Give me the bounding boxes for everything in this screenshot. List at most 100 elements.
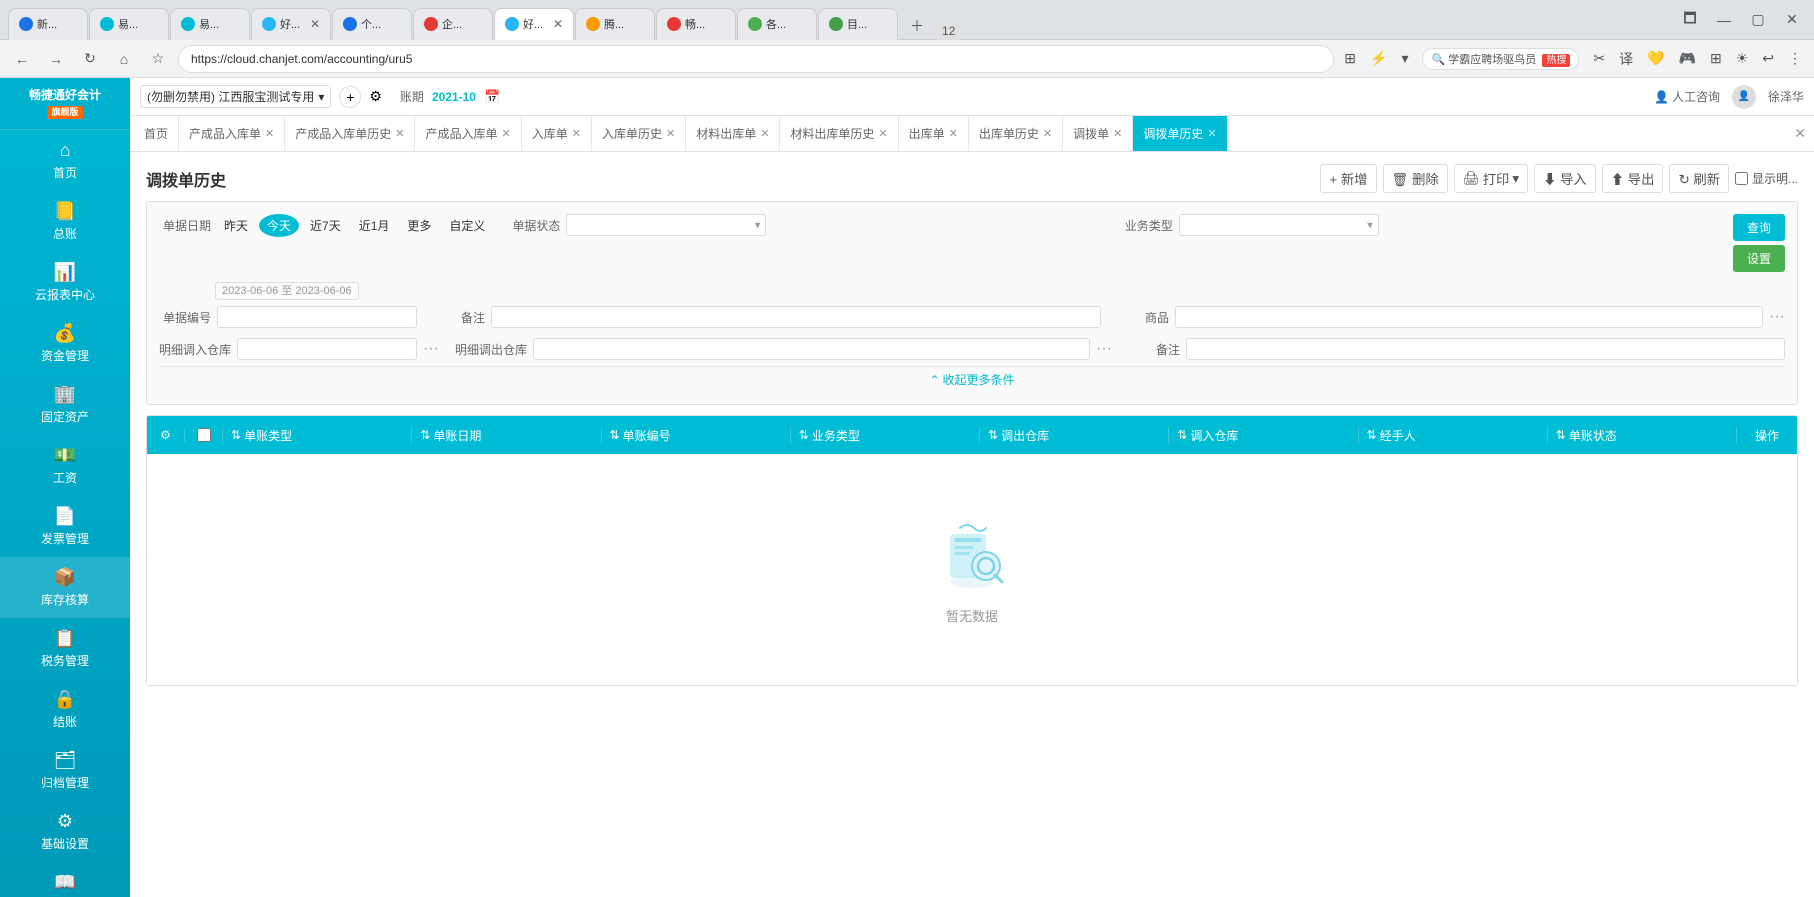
browser-tab-11[interactable]: 目...	[818, 8, 898, 40]
bookmark-button[interactable]: ☆	[144, 45, 172, 73]
th-handler[interactable]: ⇅ 经手人	[1359, 427, 1548, 444]
address-input[interactable]	[178, 45, 1334, 73]
company-selector[interactable]: (勿删勿禁用) 江西服宝测试专用 ▾	[140, 85, 331, 108]
remark-input[interactable]	[491, 306, 1101, 328]
select-all-checkbox[interactable]	[197, 428, 211, 442]
th-biztype[interactable]: ⇅ 业务类型	[791, 427, 980, 444]
refresh-browser-button[interactable]: ↻	[76, 45, 104, 73]
browser-tab-3[interactable]: 易...	[170, 8, 250, 40]
sidebar-item-capital[interactable]: 💰 资金管理	[0, 313, 130, 374]
extensions-icon[interactable]: ⊞	[1340, 48, 1360, 69]
nav-tab-4[interactable]: 入库单 ✕	[522, 116, 592, 152]
menu-icon[interactable]: ⋮	[1784, 48, 1806, 69]
dropdown-icon[interactable]: ▾	[1397, 48, 1412, 69]
company-settings-button[interactable]: ⚙	[369, 88, 382, 105]
th-type[interactable]: ⇅ 单账类型	[223, 427, 412, 444]
th-date[interactable]: ⇅ 单账日期	[412, 427, 601, 444]
sidebar-item-settings[interactable]: ⚙ 基础设置	[0, 801, 130, 862]
browser-tab-8[interactable]: 腾...	[575, 8, 655, 40]
browser-tab-1[interactable]: 新...	[8, 8, 88, 40]
show-toggle-checkbox[interactable]	[1735, 172, 1748, 185]
scissors-icon[interactable]: ✂	[1589, 48, 1609, 69]
lightning-icon[interactable]: ⚡	[1366, 48, 1391, 69]
delete-button[interactable]: 🗑 删除	[1383, 164, 1448, 193]
browser-tab-9[interactable]: 畅...	[656, 8, 736, 40]
sidebar-item-inventory[interactable]: 📦 库存核算	[0, 557, 130, 618]
forward-button[interactable]: →	[42, 45, 70, 73]
nav-tab-close-1[interactable]: ✕	[265, 116, 274, 152]
sidebar-logo[interactable]: 畅捷通好会计 旗舰版	[0, 78, 130, 130]
nav-tab-1[interactable]: 产成品入库单 ✕	[179, 116, 285, 152]
home-browser-button[interactable]: ⌂	[110, 45, 138, 73]
detail-in-input[interactable]	[237, 338, 417, 360]
nav-tab-close-5[interactable]: ✕	[666, 116, 675, 152]
date-7days-btn[interactable]: 近7天	[303, 214, 348, 237]
close-window-button[interactable]: ✕	[1778, 6, 1806, 34]
new-tab-button[interactable]: ＋	[903, 12, 931, 40]
th-in-warehouse[interactable]: ⇅ 调入仓库	[1169, 427, 1358, 444]
remark2-input[interactable]	[1186, 338, 1785, 360]
collapse-button[interactable]: ⌃ 收起更多条件	[929, 371, 1014, 388]
nav-tab-close-3[interactable]: ✕	[502, 116, 511, 152]
date-today-btn[interactable]: 今天	[259, 214, 299, 237]
translate-icon[interactable]: 译	[1615, 47, 1637, 71]
th-status[interactable]: ⇅ 单账状态	[1548, 427, 1737, 444]
goods-input[interactable]	[1175, 306, 1763, 328]
refresh-button[interactable]: ↻ 刷新	[1669, 164, 1729, 193]
restore-button[interactable]: 🗖	[1676, 6, 1704, 34]
nav-tab-9[interactable]: 出库单历史 ✕	[969, 116, 1063, 152]
query-button[interactable]: 查询	[1733, 214, 1785, 241]
sidebar-item-payroll[interactable]: 💵 工资	[0, 435, 130, 496]
browser-tab-5[interactable]: 个...	[332, 8, 412, 40]
detail-in-more-btn[interactable]: ···	[423, 340, 439, 358]
all-tabs-close[interactable]: ✕	[1786, 125, 1814, 142]
export-button[interactable]: ⬆ 导出	[1602, 164, 1664, 193]
nav-tab-close-2[interactable]: ✕	[395, 116, 404, 152]
minimize-button[interactable]: —	[1710, 6, 1738, 34]
th-check[interactable]	[185, 428, 223, 442]
setting-button[interactable]: 设置	[1733, 245, 1785, 272]
nav-tab-3[interactable]: 产成品入库单 ✕	[415, 116, 521, 152]
browser-tab-2[interactable]: 易...	[89, 8, 169, 40]
date-1month-btn[interactable]: 近1月	[352, 214, 397, 237]
grid-icon[interactable]: ⊞	[1706, 48, 1726, 69]
date-yesterday-btn[interactable]: 昨天	[217, 214, 255, 237]
sidebar-item-archive[interactable]: 🗂 归档管理	[0, 740, 130, 801]
undo-icon[interactable]: ↩	[1758, 48, 1778, 69]
nav-tab-close-6[interactable]: ✕	[760, 116, 769, 152]
date-custom-btn[interactable]: 自定义	[442, 214, 492, 237]
service-label[interactable]: 👤 人工咨询	[1654, 88, 1720, 105]
nav-tab-11[interactable]: 调拨单历史 ✕	[1133, 116, 1227, 152]
nav-tab-2[interactable]: 产成品入库单历史 ✕	[285, 116, 415, 152]
date-more-btn[interactable]: 更多	[400, 214, 438, 237]
tab-close-4[interactable]: ✕	[310, 17, 320, 31]
sidebar-item-invoice[interactable]: 📄 发票管理	[0, 496, 130, 557]
nav-tab-5[interactable]: 入库单历史 ✕	[592, 116, 686, 152]
nav-tab-close-11[interactable]: ✕	[1207, 116, 1216, 152]
th-out-warehouse[interactable]: ⇅ 调出仓库	[980, 427, 1169, 444]
print-button[interactable]: 🖨 打印 ▾	[1454, 164, 1528, 193]
nav-tab-close-4[interactable]: ✕	[572, 116, 581, 152]
nav-tab-8[interactable]: 出库单 ✕	[899, 116, 969, 152]
detail-out-more-btn[interactable]: ···	[1096, 340, 1112, 358]
game-icon[interactable]: 🎮	[1675, 48, 1700, 69]
docnum-input[interactable]	[217, 306, 417, 328]
nav-tab-close-8[interactable]: ✕	[949, 116, 958, 152]
th-number[interactable]: ⇅ 单账编号	[602, 427, 791, 444]
sidebar-item-guide[interactable]: 📖 新手引导	[0, 862, 130, 897]
biztype-select[interactable]	[1179, 214, 1379, 236]
nav-tab-close-7[interactable]: ✕	[878, 116, 887, 152]
th-gear[interactable]: ⚙	[147, 428, 185, 442]
sidebar-item-closing[interactable]: 🔒 结账	[0, 679, 130, 740]
browser-tab-6[interactable]: 企...	[413, 8, 493, 40]
browser-tab-7[interactable]: 好... ✕	[494, 8, 574, 40]
nav-tab-10[interactable]: 调拨单 ✕	[1063, 116, 1133, 152]
import-button[interactable]: ⬇ 导入	[1534, 164, 1596, 193]
nav-tab-home[interactable]: 首页	[134, 116, 179, 152]
add-company-button[interactable]: +	[339, 86, 361, 108]
tab-close-7[interactable]: ✕	[553, 17, 563, 31]
goods-more-btn[interactable]: ···	[1769, 308, 1785, 326]
status-select[interactable]	[566, 214, 766, 236]
theme-icon[interactable]: ☀	[1732, 48, 1753, 69]
nav-tab-7[interactable]: 材料出库单历史 ✕	[780, 116, 898, 152]
